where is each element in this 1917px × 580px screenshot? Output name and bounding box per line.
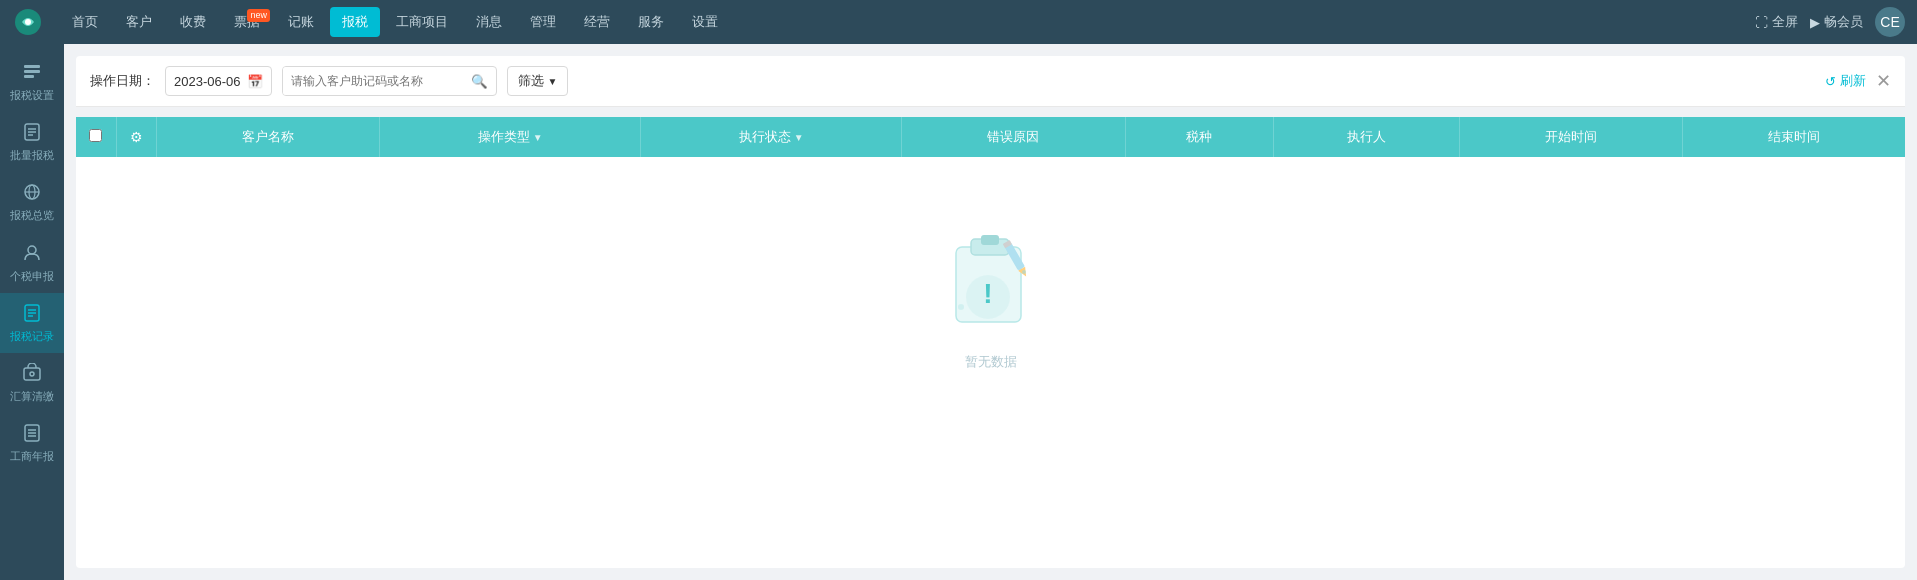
content-area: 操作日期： 2023-06-06 📅 🔍 筛选 ▼ ↺ 刷新 ✕ bbox=[64, 44, 1917, 580]
sidebar-item-annual-report[interactable]: 工商年报 bbox=[0, 413, 64, 473]
nav-item-clients[interactable]: 客户 bbox=[114, 7, 164, 37]
svg-point-31 bbox=[958, 304, 964, 310]
date-label: 操作日期： bbox=[90, 72, 155, 90]
empty-state: ! 暂无数据 bbox=[76, 157, 1905, 431]
nav-item-tax[interactable]: 报税 bbox=[330, 7, 380, 37]
sidebar-item-batch-tax[interactable]: 批量报税 bbox=[0, 112, 64, 172]
svg-point-32 bbox=[1022, 270, 1026, 274]
nav-item-settings[interactable]: 设置 bbox=[680, 7, 730, 37]
personal-tax-icon bbox=[22, 243, 42, 266]
svg-rect-2 bbox=[24, 65, 40, 68]
th-execStatus[interactable]: 执行状态▼ bbox=[641, 117, 902, 157]
search-button[interactable]: 🔍 bbox=[463, 67, 496, 95]
sidebar-item-label-batch-tax: 批量报税 bbox=[10, 149, 54, 162]
sidebar-item-label-settlement: 汇算清缴 bbox=[10, 390, 54, 403]
sidebar-item-personal-tax[interactable]: 个税申报 bbox=[0, 233, 64, 293]
filter-bar: 操作日期： 2023-06-06 📅 🔍 筛选 ▼ ↺ 刷新 ✕ bbox=[76, 56, 1905, 107]
membership-icon: ▶ bbox=[1810, 15, 1820, 30]
nav-item-billing[interactable]: 收费 bbox=[168, 7, 218, 37]
batch-tax-icon bbox=[22, 122, 42, 145]
svg-point-12 bbox=[28, 246, 36, 254]
refresh-icon: ↺ bbox=[1825, 74, 1836, 89]
sidebar: 报税设置批量报税报税总览个税申报报税记录汇算清缴工商年报 bbox=[0, 44, 64, 580]
sidebar-item-label-personal-tax: 个税申报 bbox=[10, 270, 54, 283]
fullscreen-icon: ⛶ bbox=[1755, 15, 1768, 30]
close-button[interactable]: ✕ bbox=[1876, 72, 1891, 90]
app-logo[interactable] bbox=[12, 6, 44, 38]
search-box: 🔍 bbox=[282, 66, 497, 96]
svg-point-1 bbox=[25, 19, 31, 25]
avatar[interactable]: CE bbox=[1875, 7, 1905, 37]
calendar-icon: 📅 bbox=[247, 74, 263, 89]
th-errorReason: 错误原因 bbox=[902, 117, 1126, 157]
tax-settings-icon bbox=[22, 62, 42, 85]
gear-icon[interactable]: ⚙ bbox=[130, 129, 143, 145]
th-endTime: 结束时间 bbox=[1683, 117, 1905, 157]
th-gear: ⚙ bbox=[116, 117, 156, 157]
th-clientName: 客户名称 bbox=[156, 117, 380, 157]
empty-text: 暂无数据 bbox=[965, 353, 1017, 371]
search-icon: 🔍 bbox=[471, 74, 488, 89]
chevron-down-icon: ▼ bbox=[548, 76, 558, 87]
empty-illustration: ! bbox=[931, 217, 1051, 337]
tax-summary-icon bbox=[22, 182, 42, 205]
nav-item-home[interactable]: 首页 bbox=[60, 7, 110, 37]
sidebar-item-settlement[interactable]: 汇算清缴 bbox=[0, 353, 64, 413]
nav-item-invoices[interactable]: 票据new bbox=[222, 7, 272, 37]
nav-item-finance[interactable]: 经营 bbox=[572, 7, 622, 37]
nav-item-bookkeeping[interactable]: 记账 bbox=[276, 7, 326, 37]
sidebar-item-label-tax-records: 报税记录 bbox=[10, 330, 54, 343]
tax-records-icon bbox=[22, 303, 42, 326]
membership-button[interactable]: ▶ 畅会员 bbox=[1810, 13, 1863, 31]
svg-rect-4 bbox=[24, 75, 34, 78]
table-body: ! 暂无数据 bbox=[76, 157, 1905, 431]
sidebar-item-tax-records[interactable]: 报税记录 bbox=[0, 293, 64, 353]
th-operationType[interactable]: 操作类型▼ bbox=[380, 117, 641, 157]
sidebar-item-label-annual-report: 工商年报 bbox=[10, 450, 54, 463]
nav-item-messages[interactable]: 消息 bbox=[464, 7, 514, 37]
th-startTime: 开始时间 bbox=[1459, 117, 1683, 157]
nav-items: 首页客户收费票据new记账报税工商项目消息管理经营服务设置 bbox=[60, 7, 1755, 37]
filter-right-actions: ↺ 刷新 ✕ bbox=[1825, 72, 1891, 90]
th-taxType: 税种 bbox=[1125, 117, 1273, 157]
data-table: ⚙ 客户名称操作类型▼执行状态▼错误原因税种执行人开始时间结束时间 ! bbox=[76, 117, 1905, 431]
sidebar-item-tax-summary[interactable]: 报税总览 bbox=[0, 172, 64, 232]
sidebar-item-label-tax-settings: 报税设置 bbox=[10, 89, 54, 102]
sidebar-item-label-tax-summary: 报税总览 bbox=[10, 209, 54, 222]
svg-rect-25 bbox=[981, 235, 999, 245]
main-layout: 报税设置批量报税报税总览个税申报报税记录汇算清缴工商年报 操作日期： 2023-… bbox=[0, 44, 1917, 580]
nav-item-business[interactable]: 工商项目 bbox=[384, 7, 460, 37]
svg-rect-17 bbox=[24, 368, 40, 380]
svg-text:!: ! bbox=[983, 278, 992, 309]
top-nav-right: ⛶ 全屏 ▶ 畅会员 CE bbox=[1755, 7, 1905, 37]
sort-icon-execStatus: ▼ bbox=[794, 132, 804, 143]
nav-item-service[interactable]: 服务 bbox=[626, 7, 676, 37]
table-container: ⚙ 客户名称操作类型▼执行状态▼错误原因税种执行人开始时间结束时间 ! bbox=[76, 117, 1905, 568]
search-input[interactable] bbox=[283, 67, 463, 95]
table-header: ⚙ 客户名称操作类型▼执行状态▼错误原因税种执行人开始时间结束时间 bbox=[76, 117, 1905, 157]
annual-report-icon bbox=[22, 423, 42, 446]
fullscreen-button[interactable]: ⛶ 全屏 bbox=[1755, 13, 1798, 31]
top-navigation: 首页客户收费票据new记账报税工商项目消息管理经营服务设置 ⛶ 全屏 ▶ 畅会员… bbox=[0, 0, 1917, 44]
header-row: ⚙ 客户名称操作类型▼执行状态▼错误原因税种执行人开始时间结束时间 bbox=[76, 117, 1905, 157]
date-picker[interactable]: 2023-06-06 📅 bbox=[165, 66, 272, 96]
th-executor: 执行人 bbox=[1273, 117, 1459, 157]
th-checkbox bbox=[76, 117, 116, 157]
nav-badge: new bbox=[247, 9, 270, 22]
sidebar-item-tax-settings[interactable]: 报税设置 bbox=[0, 52, 64, 112]
filter-button[interactable]: 筛选 ▼ bbox=[507, 66, 569, 96]
select-all-checkbox[interactable] bbox=[89, 129, 102, 142]
nav-item-admin[interactable]: 管理 bbox=[518, 7, 568, 37]
sort-icon-operationType: ▼ bbox=[533, 132, 543, 143]
svg-point-18 bbox=[30, 372, 34, 376]
refresh-button[interactable]: ↺ 刷新 bbox=[1825, 72, 1866, 90]
settlement-icon bbox=[22, 363, 42, 386]
date-value: 2023-06-06 bbox=[174, 74, 241, 89]
svg-rect-3 bbox=[24, 70, 40, 73]
